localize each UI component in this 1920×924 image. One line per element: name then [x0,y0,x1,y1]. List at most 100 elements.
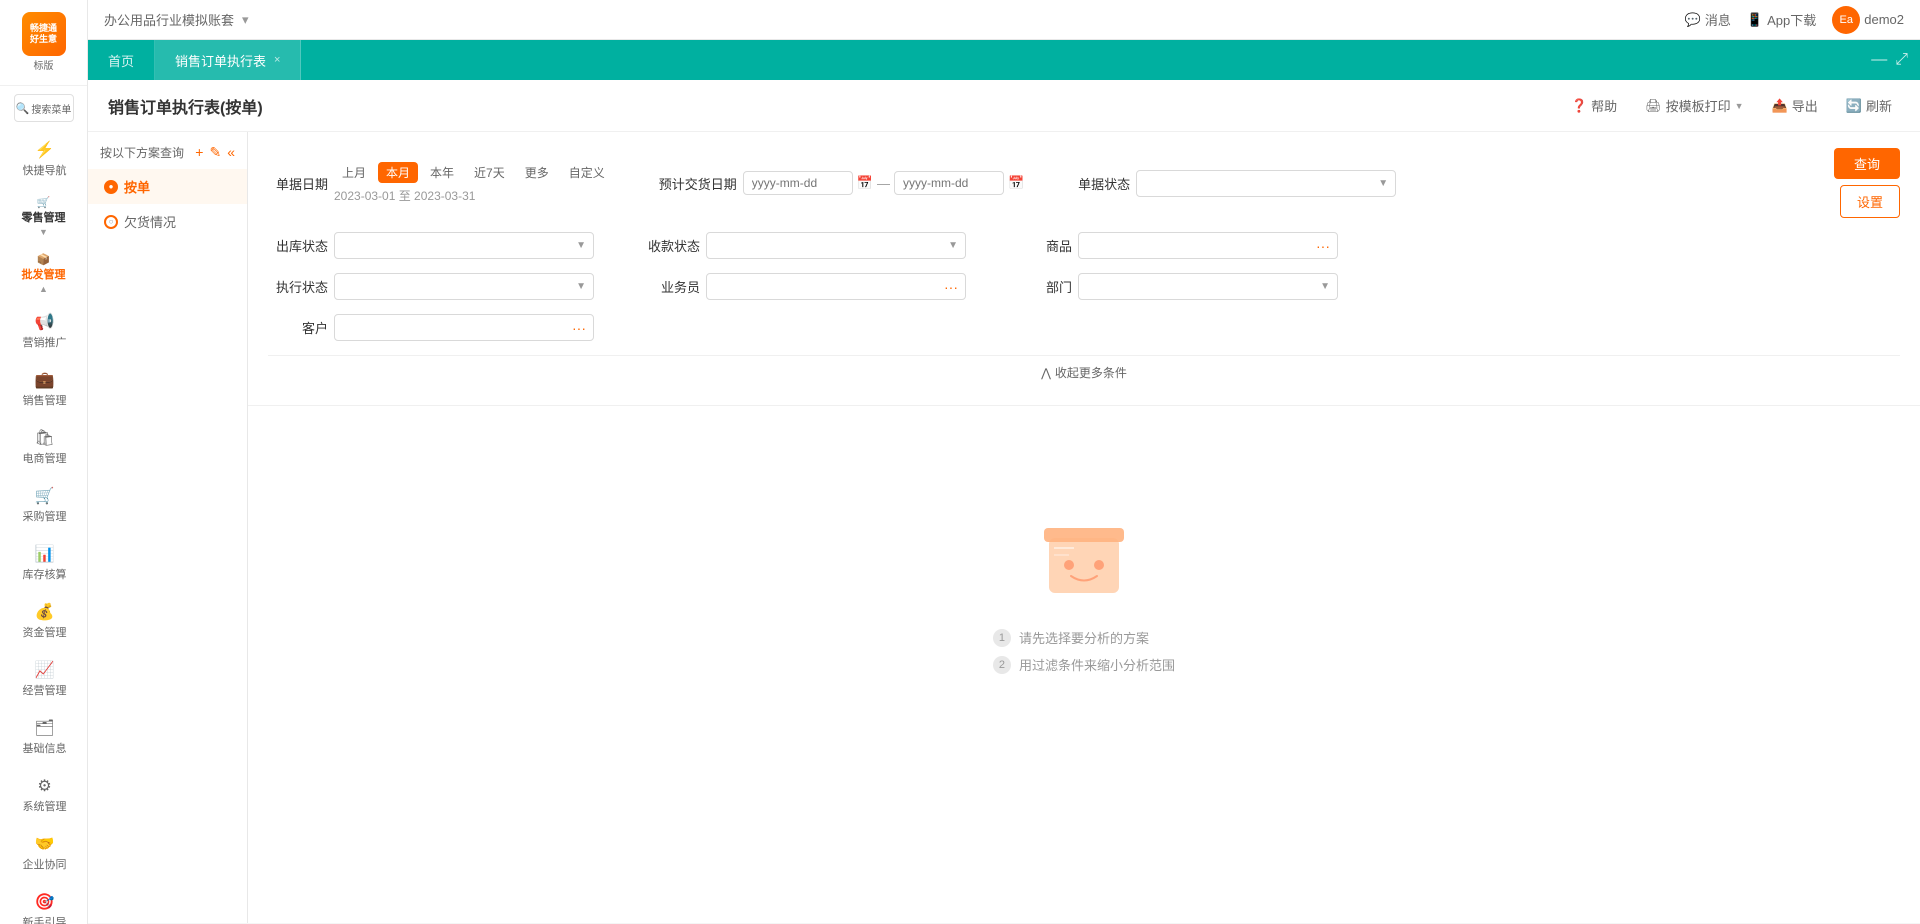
wholesale-icon: 📦 [37,253,51,266]
sidebar-item-system[interactable]: ⚙ 系统管理 [0,766,87,824]
ship-status-select[interactable] [334,232,594,259]
message-icon: 💬 [1685,12,1701,28]
tab-maximize-icon[interactable]: ⤢ [1895,51,1908,69]
collapse-button[interactable]: ⋀ 收起更多条件 [1041,364,1127,381]
receipt-status-select[interactable] [706,232,966,259]
logo-icon: 畅捷通好生意 [22,12,66,56]
sidebar-item-quick-nav[interactable]: ⚡ 快捷导航 [0,130,87,188]
exec-status-label: 执行状态 [268,277,328,296]
sidebar-item-sales[interactable]: 💼 销售管理 [0,360,87,418]
app-logo: 畅捷通好生意 标版 [0,0,87,86]
item-dot-icon: ● [104,180,118,194]
goods-more-icon[interactable]: ··· [1316,238,1330,254]
tab-minimize-icon[interactable]: — [1871,51,1887,69]
left-panel-item-by-order[interactable]: ● 按单 [88,169,247,204]
sidebar-search-area[interactable]: 🔍 搜索菜单 [0,86,87,130]
help-button[interactable]: ❓ 帮助 [1563,92,1625,119]
sidebar-item-guide[interactable]: 🎯 新手引导 [0,882,87,924]
add-scheme-icon[interactable]: + [195,144,203,161]
guide-icon: 🎯 [35,892,55,912]
dept-select[interactable] [1078,273,1338,300]
date-end-input[interactable] [894,171,1004,195]
search-menu-button[interactable]: 🔍 搜索菜单 [14,94,74,122]
exec-status-group: 执行状态 ▼ [268,273,594,300]
date-btn-custom[interactable]: 自定义 [561,162,613,183]
date-start-input[interactable] [743,171,853,195]
page-title: 销售订单执行表(按单) [108,94,263,118]
customer-group: 客户 ··· [268,314,594,341]
help-icon: ❓ [1571,98,1587,114]
message-button[interactable]: 💬 消息 [1685,10,1731,29]
breadcrumb-text: 办公用品行业模拟账套 [104,10,234,29]
goods-input[interactable] [1078,232,1338,259]
sidebar-item-cooperation[interactable]: 🤝 企业协同 [0,824,87,882]
retail-label: 零售管理 [22,209,66,225]
retail-arrow: ▼ [39,227,48,237]
dept-label: 部门 [1012,277,1072,296]
user-name: demo2 [1864,12,1904,27]
tab-home-label: 首页 [108,51,134,70]
sidebar-item-marketing[interactable]: 📢 营销推广 [0,302,87,360]
wholesale-label: 批发管理 [22,266,66,282]
bill-status-select-wrapper: ▼ [1136,170,1396,197]
salesperson-label: 业务员 [640,277,700,296]
expected-date-label: 预计交货日期 [659,174,737,193]
ecommerce-label: 电商管理 [23,450,67,466]
sidebar-item-finance[interactable]: 💰 资金管理 [0,592,87,650]
print-icon: 🖨 [1645,98,1662,114]
app-download-button[interactable]: 📱 App下载 [1747,10,1816,29]
customer-input[interactable] [334,314,594,341]
left-panel-item-shortage[interactable]: ○ 欠货情况 [88,204,247,239]
date-btn-last-month[interactable]: 上月 [334,162,374,183]
date-btn-7days[interactable]: 近7天 [466,162,513,183]
cooperation-icon: 🤝 [35,834,55,854]
dept-group: 部门 ▼ [1012,273,1338,300]
date-btn-this-year[interactable]: 本年 [422,162,462,183]
sidebar-item-purchase[interactable]: 🛒 采购管理 [0,476,87,534]
exec-status-select[interactable] [334,273,594,300]
system-icon: ⚙ [37,776,51,796]
calendar-end-icon[interactable]: 📅 [1008,175,1024,191]
goods-select-wrapper: ··· [1078,232,1338,259]
user-profile-button[interactable]: Ea demo2 [1832,6,1904,34]
breadcrumb-arrow-icon[interactable]: ▾ [242,12,249,28]
sidebar-item-ecommerce[interactable]: 🛍 电商管理 [0,418,87,476]
sidebar-item-basic-info[interactable]: 🗂 基础信息 [0,708,87,766]
bill-status-select[interactable] [1136,170,1396,197]
collapse-panel-icon[interactable]: « [227,144,235,161]
export-label: 导出 [1792,96,1818,115]
refresh-button[interactable]: 🔄 刷新 [1838,92,1900,119]
tab-home[interactable]: 首页 [88,40,155,80]
settings-button[interactable]: 设置 [1840,185,1900,218]
marketing-icon: 📢 [35,312,55,332]
left-panel-icons: + ✎ « [195,144,235,161]
sidebar-item-operations[interactable]: 📈 经营管理 [0,650,87,708]
calendar-start-icon[interactable]: 📅 [857,175,873,191]
goods-label: 商品 [1012,236,1072,255]
tab-close-icon[interactable]: × [274,54,280,66]
print-button[interactable]: 🖨 按模板打印 ▼ [1637,92,1751,119]
purchase-label: 采购管理 [23,508,67,524]
edit-scheme-icon[interactable]: ✎ [209,144,221,161]
sidebar-item-inventory[interactable]: 📊 库存核算 [0,534,87,592]
page-title-actions: ❓ 帮助 🖨 按模板打印 ▼ 📤 导出 🔄 刷新 [1563,92,1900,119]
date-btn-more[interactable]: 更多 [517,162,557,183]
sales-label: 销售管理 [23,392,67,408]
receipt-status-select-wrapper: ▼ [706,232,966,259]
customer-label: 客户 [268,318,328,337]
tab-active[interactable]: 销售订单执行表 × [155,40,301,80]
tip-num-2: 2 [993,656,1011,674]
cooperation-label: 企业协同 [23,856,67,872]
query-button[interactable]: 查询 [1834,148,1900,179]
goods-group: 商品 ··· [1012,232,1338,259]
export-button[interactable]: 📤 导出 [1764,92,1826,119]
receipt-status-label: 收款状态 [640,236,700,255]
salesperson-input[interactable] [706,273,966,300]
date-btn-this-month[interactable]: 本月 [378,162,418,183]
sidebar-item-retail[interactable]: 🛒 零售管理 ▼ [0,188,87,245]
date-range-display: 2023-03-01 至 2023-03-31 [334,187,613,204]
salesperson-more-icon[interactable]: ··· [944,279,958,295]
sidebar-item-wholesale[interactable]: 📦 批发管理 ▲ [0,245,87,302]
tip-num-1: 1 [993,629,1011,647]
customer-more-icon[interactable]: ··· [572,320,586,336]
